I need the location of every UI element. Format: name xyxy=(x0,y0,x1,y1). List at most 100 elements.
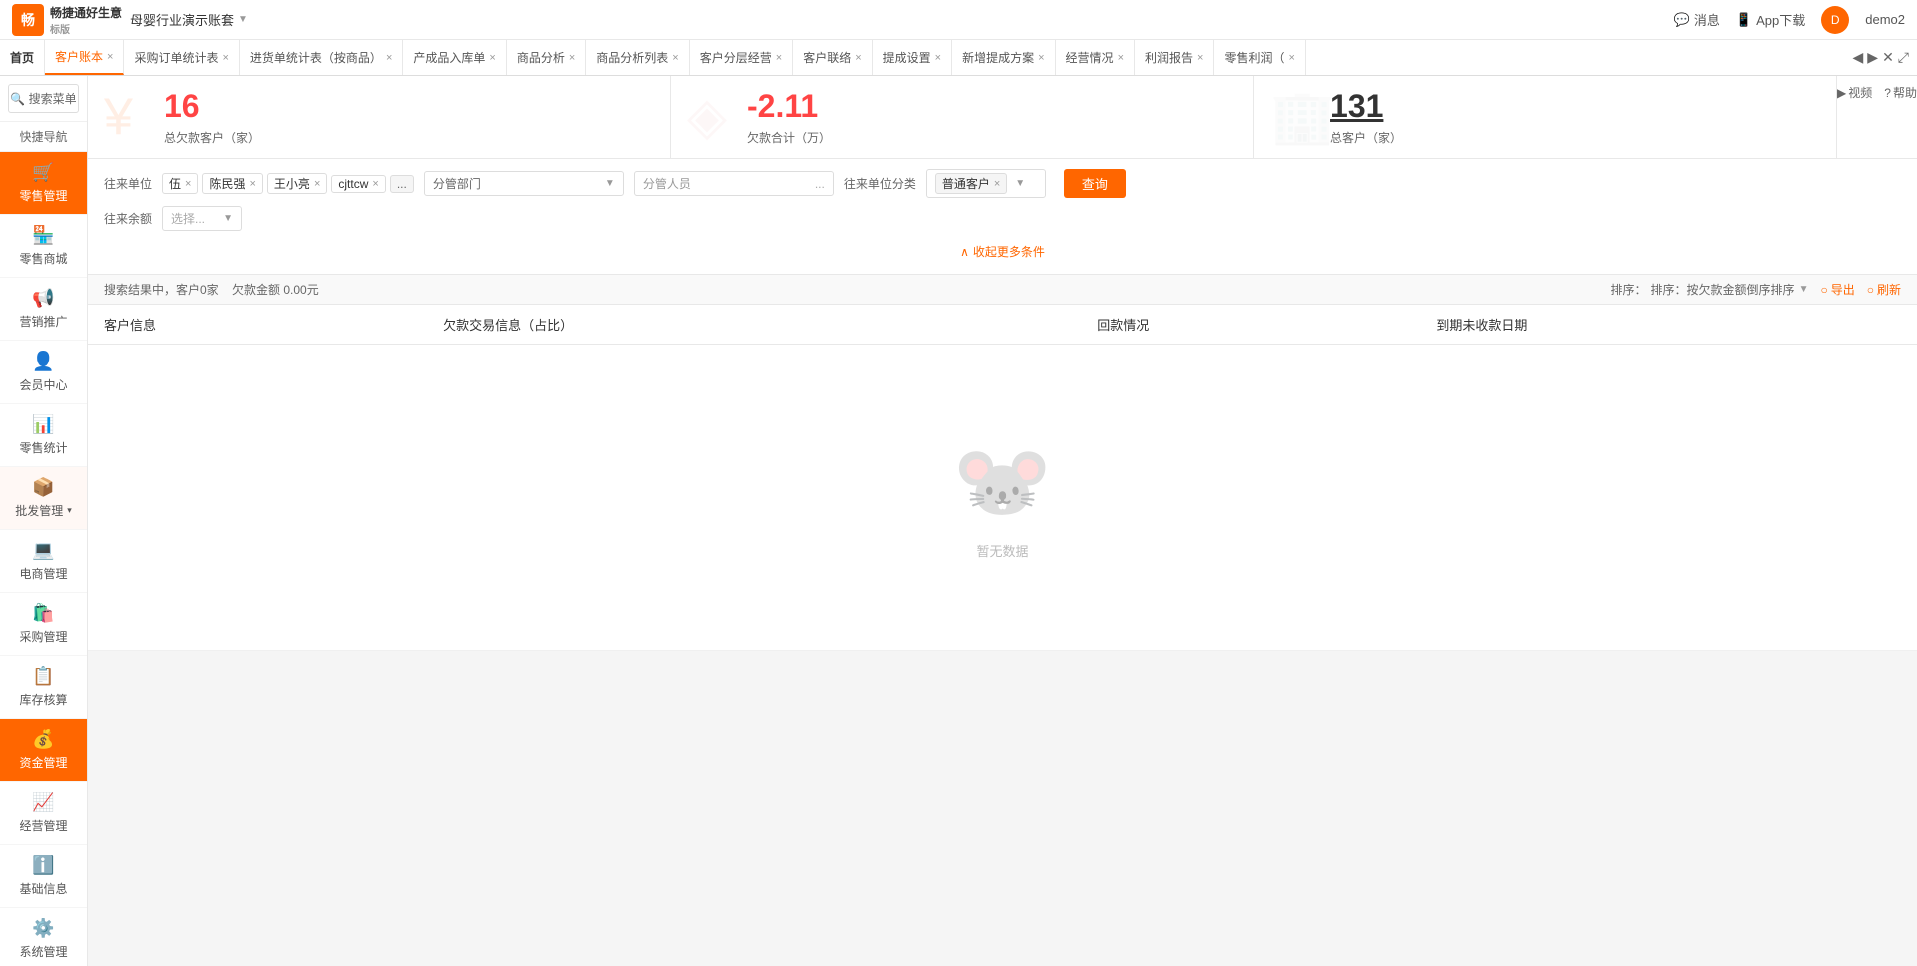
sort-selector[interactable]: 排序： 排序：按欠款金额倒序排序 ▼ xyxy=(1611,281,1809,298)
tab-goods-analysis-list[interactable]: 商品分析列表 × xyxy=(586,40,689,75)
sidebar-item-label: 营销推广 xyxy=(19,313,67,330)
tab-product-inbound[interactable]: 产成品入库单 × xyxy=(403,40,506,75)
close-icon[interactable]: × xyxy=(1038,52,1044,64)
tab-purchase-order[interactable]: 采购订单统计表 × xyxy=(124,40,239,75)
stat-text: 131 总客户（家） xyxy=(1330,88,1402,146)
chevron-down-icon: ▼ xyxy=(1799,284,1809,295)
main-layout: 🔍 搜索菜单 快捷导航 🛒 零售管理 🏪 零售商城 📢 营销推广 👤 会员中心 … xyxy=(0,76,1917,966)
sidebar-item-purchase[interactable]: 🛍️ 采购管理 xyxy=(0,593,87,656)
stat-bg-icon: ¥ xyxy=(104,87,133,147)
sidebar-item-basic-info[interactable]: ℹ️ 基础信息 xyxy=(0,845,87,908)
tag-close-icon[interactable]: × xyxy=(314,178,320,190)
sidebar-quick-nav[interactable]: 快捷导航 xyxy=(0,122,87,152)
inventory-icon: 📋 xyxy=(32,666,54,687)
query-button[interactable]: 查询 xyxy=(1064,169,1126,198)
help-video-link[interactable]: ▶ 视频 xyxy=(1837,84,1872,101)
tab-commission-setting[interactable]: 提成设置 × xyxy=(873,40,952,75)
tab-customer-ledger[interactable]: 客户账本 × xyxy=(45,40,124,75)
app-download-btn[interactable]: 📱 App下载 xyxy=(1736,10,1805,29)
empty-state: 🐭 暂无数据 xyxy=(104,355,1901,640)
unit-type-selector[interactable]: 普通客户 × ▼ xyxy=(926,169,1046,198)
sidebar-item-retail-mgmt[interactable]: 🛒 零售管理 xyxy=(0,152,87,215)
refresh-button[interactable]: ○ 刷新 xyxy=(1867,281,1901,298)
tab-inbound-stats[interactable]: 进货单统计表（按商品） × xyxy=(240,40,403,75)
sidebar-item-label: 系统管理 xyxy=(19,943,67,960)
help-doc-link[interactable]: ? 帮助 xyxy=(1884,84,1917,101)
sidebar-search: 🔍 搜索菜单 xyxy=(0,76,87,122)
close-icon[interactable]: × xyxy=(855,52,861,64)
search-menu-button[interactable]: 🔍 搜索菜单 xyxy=(8,84,79,113)
top-bar-right: 💬 消息 📱 App下载 D demo2 xyxy=(1674,6,1905,34)
close-icon[interactable]: × xyxy=(107,51,113,63)
help-icon: ? xyxy=(1884,86,1891,100)
tab-customer-contact[interactable]: 客户联络 × xyxy=(793,40,872,75)
close-icon[interactable]: × xyxy=(1118,52,1124,64)
sidebar-item-system[interactable]: ⚙️ 系统管理 xyxy=(0,908,87,966)
data-table: 客户信息 欠款交易信息（占比） 回款情况 到期未收款日期 🐭 暂无数据 xyxy=(88,305,1917,651)
tab-add-commission[interactable]: 新增提成方案 × xyxy=(952,40,1055,75)
close-icon[interactable]: × xyxy=(489,52,495,64)
tag-close-icon[interactable]: × xyxy=(372,178,378,190)
sidebar-item-inventory[interactable]: 📋 库存核算 xyxy=(0,656,87,719)
nav-next-icon[interactable]: ▶ xyxy=(1867,49,1878,66)
sidebar-item-label: 经营管理 xyxy=(19,817,67,834)
help-links: ▶ 视频 ? 帮助 xyxy=(1837,76,1917,158)
tab-operation[interactable]: 经营情况 × xyxy=(1056,40,1135,75)
filter-tag-chen[interactable]: 陈民强 × xyxy=(202,173,262,194)
tab-retail-profit[interactable]: 零售利润（ × xyxy=(1214,40,1305,75)
close-icon[interactable]: × xyxy=(222,52,228,64)
filter-tag-wu[interactable]: 伍 × xyxy=(162,173,198,194)
close-icon[interactable]: × xyxy=(1197,52,1203,64)
username: demo2 xyxy=(1865,12,1905,27)
avatar[interactable]: D xyxy=(1821,6,1849,34)
export-button[interactable]: ○ 导出 xyxy=(1820,281,1854,298)
dept-selector[interactable]: 分管部门 ▼ xyxy=(424,171,624,196)
close-icon[interactable]: × xyxy=(776,52,782,64)
tab-profit-report[interactable]: 利润报告 × xyxy=(1135,40,1214,75)
balance-selector[interactable]: 选择... ▼ xyxy=(162,206,242,231)
sidebar-item-retail-mall[interactable]: 🏪 零售商城 xyxy=(0,215,87,278)
sidebar-item-finance[interactable]: 💰 资金管理 xyxy=(0,719,87,782)
message-btn[interactable]: 💬 消息 xyxy=(1674,10,1720,29)
filter-tag-cjttcw[interactable]: cjttcw × xyxy=(331,175,385,193)
more-tags-btn[interactable]: ... xyxy=(390,175,414,193)
collapse-btn[interactable]: ∧ 收起更多条件 xyxy=(104,239,1901,264)
logo-area: 畅 畅捷通好生意 标版 xyxy=(12,4,122,36)
video-icon: ▶ xyxy=(1837,86,1846,100)
stat-total-customers2: 🏢 131 总客户（家） xyxy=(1254,76,1837,158)
tab-home[interactable]: 首页 xyxy=(0,40,45,75)
tag-close-icon[interactable]: × xyxy=(994,178,1000,190)
batch-mgmt-icon: 📦 xyxy=(32,477,54,498)
sidebar-item-marketing[interactable]: 📢 营销推广 xyxy=(0,278,87,341)
system-icon: ⚙️ xyxy=(32,918,54,939)
sidebar-item-member-center[interactable]: 👤 会员中心 xyxy=(0,341,87,404)
close-icon[interactable]: × xyxy=(672,52,678,64)
col-due-date: 到期未收款日期 xyxy=(1420,305,1917,345)
store-selector[interactable]: 母婴行业演示账套 ▼ xyxy=(130,10,248,29)
nav-tab-controls: ◀ ▶ ✕ ⤢ xyxy=(1845,49,1917,66)
filter-tag-wang[interactable]: 王小亮 × xyxy=(267,173,327,194)
nav-expand-icon[interactable]: ⤢ xyxy=(1898,49,1909,66)
nav-prev-icon[interactable]: ◀ xyxy=(1853,49,1864,66)
export-icon: ○ xyxy=(1820,283,1827,297)
person-selector[interactable]: 分管人员 ... xyxy=(634,171,834,196)
close-icon[interactable]: × xyxy=(386,52,392,64)
more-options-icon: ... xyxy=(815,177,825,191)
sidebar-item-batch-mgmt[interactable]: 📦 批发管理 ▾ xyxy=(0,467,87,530)
nav-close-all-icon[interactable]: ✕ xyxy=(1882,49,1894,66)
tab-goods-analysis[interactable]: 商品分析 × xyxy=(507,40,586,75)
sidebar-item-ecommerce[interactable]: 💻 电商管理 xyxy=(0,530,87,593)
refresh-icon: ○ xyxy=(1867,283,1874,297)
tag-close-icon[interactable]: × xyxy=(185,178,191,190)
tab-customer-tier[interactable]: 客户分层经营 × xyxy=(690,40,793,75)
sidebar-item-operation[interactable]: 📈 经营管理 xyxy=(0,782,87,845)
retail-stats-icon: 📊 xyxy=(32,414,54,435)
purchase-icon: 🛍️ xyxy=(32,603,54,624)
sidebar-item-label: 批发管理 xyxy=(15,502,63,519)
sidebar-item-retail-stats[interactable]: 📊 零售统计 xyxy=(0,404,87,467)
close-icon[interactable]: × xyxy=(935,52,941,64)
close-icon[interactable]: × xyxy=(1288,52,1294,64)
close-icon[interactable]: × xyxy=(569,52,575,64)
nav-tabs: 首页 客户账本 × 采购订单统计表 × 进货单统计表（按商品） × 产成品入库单… xyxy=(0,40,1917,76)
tag-close-icon[interactable]: × xyxy=(249,178,255,190)
